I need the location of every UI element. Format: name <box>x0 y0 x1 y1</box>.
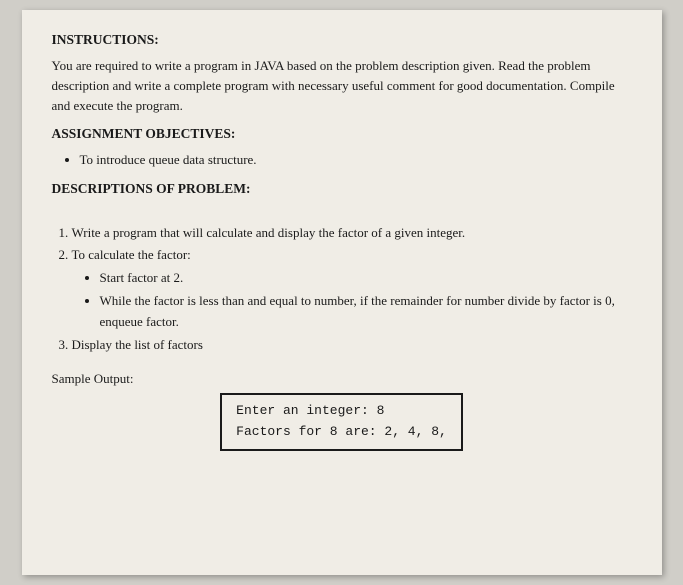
instructions-body: You are required to write a program in J… <box>52 56 632 116</box>
descriptions-heading: DESCRIPTIONS OF PROBLEM: <box>52 181 632 197</box>
sub-bullet-list: Start factor at 2. While the factor is l… <box>72 268 632 332</box>
instructions-heading: INSTRUCTIONS: <box>52 32 632 48</box>
objectives-heading: ASSIGNMENT OBJECTIVES: <box>52 126 632 142</box>
list-item-3: Display the list of factors <box>72 335 632 356</box>
sub-bullet-1: Start factor at 2. <box>100 268 632 289</box>
list-item-1: Write a program that will calculate and … <box>72 223 632 244</box>
document-page: INSTRUCTIONS: You are required to write … <box>22 10 662 575</box>
objective-item-1: To introduce queue data structure. <box>80 150 632 170</box>
code-line-1: Enter an integer: 8 <box>236 401 447 422</box>
sample-output-container: Enter an integer: 8 Factors for 8 are: 2… <box>52 393 632 451</box>
sub-bullet-2: While the factor is less than and equal … <box>100 291 632 333</box>
list-item-2: To calculate the factor: Start factor at… <box>72 245 632 332</box>
sample-output-label: Sample Output: <box>52 371 632 387</box>
code-output-box: Enter an integer: 8 Factors for 8 are: 2… <box>220 393 463 451</box>
code-line-2: Factors for 8 are: 2, 4, 8, <box>236 422 447 443</box>
objectives-list: To introduce queue data structure. <box>52 150 632 170</box>
problem-description-list: Write a program that will calculate and … <box>52 223 632 356</box>
